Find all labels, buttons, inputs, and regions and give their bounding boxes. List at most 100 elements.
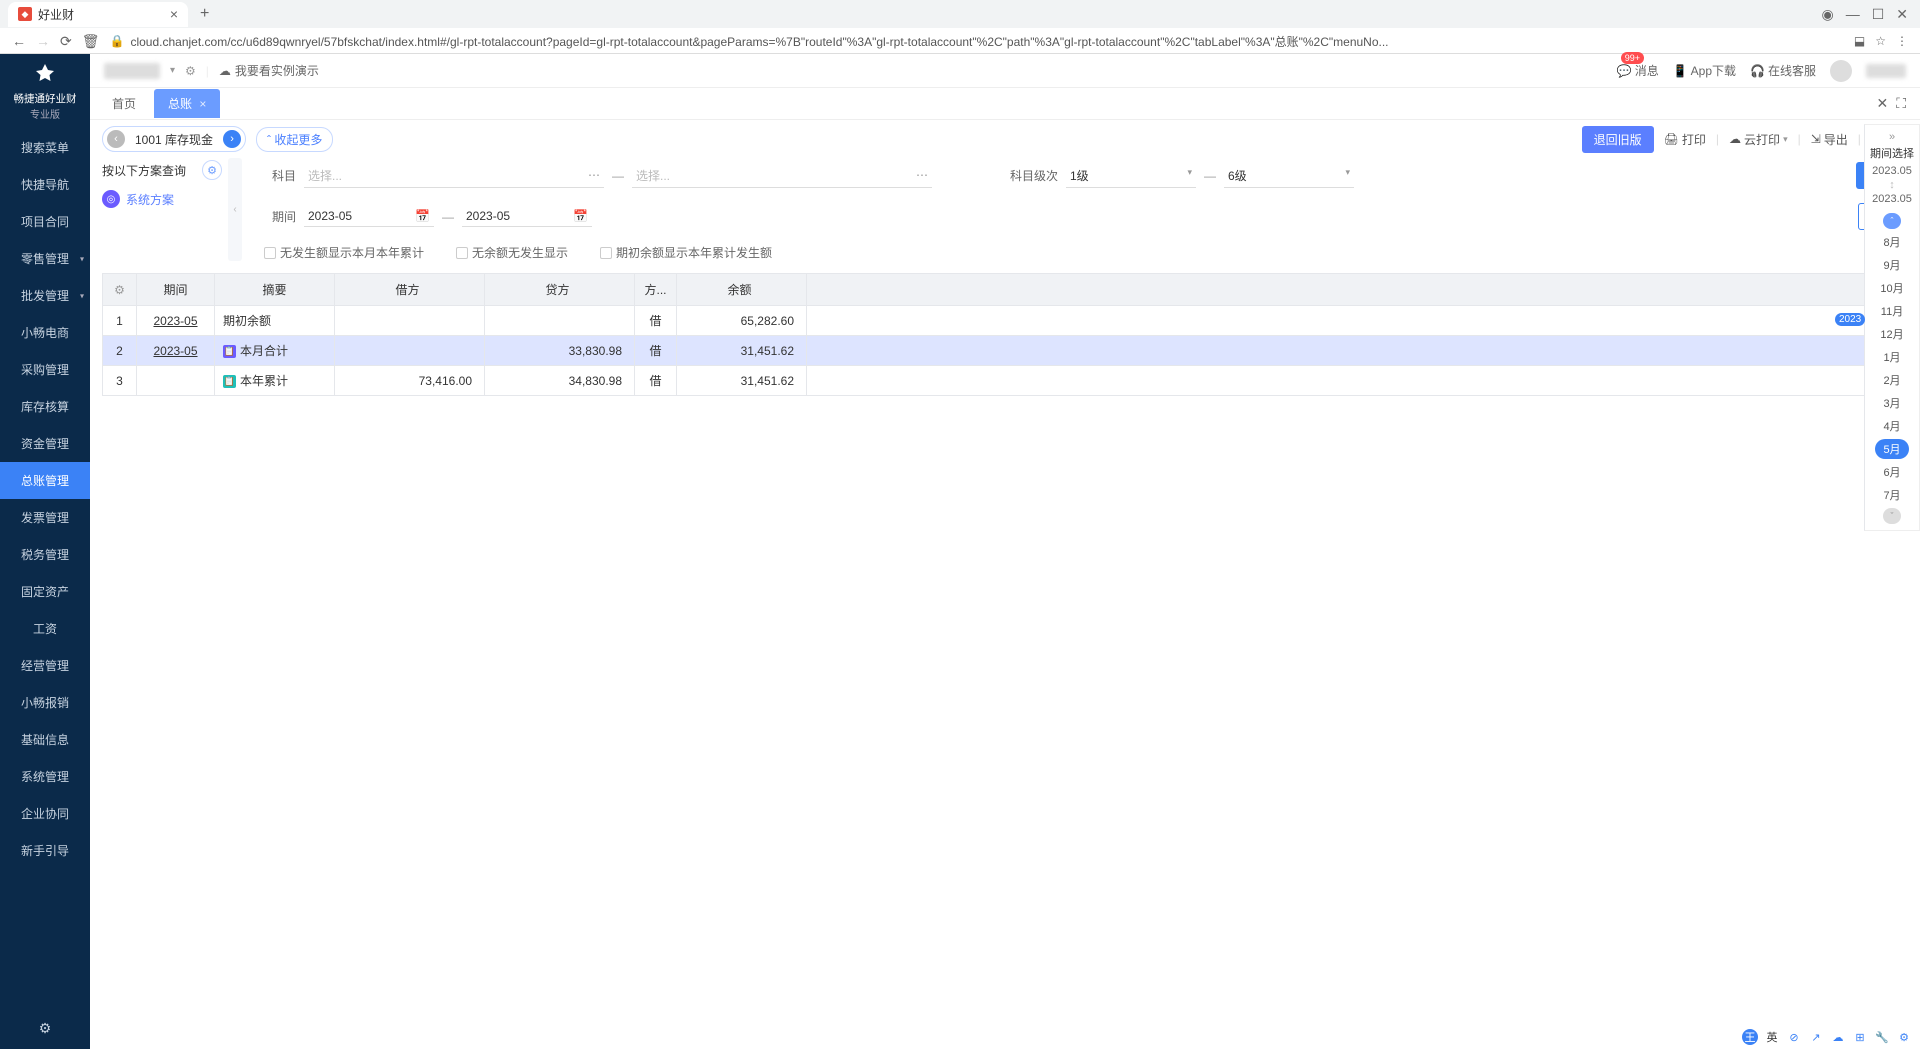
sidebar-item-1[interactable]: 快捷导航 [0,166,90,203]
gear-icon[interactable]: ⚙ [185,64,196,78]
account-selector[interactable]: ‹ 1001 库存现金 › [102,126,246,152]
month-option[interactable]: 8月 [1877,232,1906,252]
export-button[interactable]: ⇲导出 [1811,131,1848,148]
scroll-down-icon[interactable]: ˇ [1883,508,1901,524]
demo-link[interactable]: ☁ 我要看实例演示 [219,62,319,79]
collapse-schemes-button[interactable]: ‹ [228,158,242,261]
minimize-icon[interactable]: — [1846,6,1860,23]
back-icon[interactable]: ← [12,33,26,49]
chevron-down-icon[interactable]: ▾ [170,65,175,76]
sidebar-item-15[interactable]: 小畅报销 [0,684,90,721]
subject-to-select[interactable]: 选择...⋯ [632,164,932,188]
row-index: 1 [103,306,137,336]
month-option[interactable]: 2月 [1877,370,1906,390]
hide-panel-icon[interactable]: » [1889,131,1895,143]
month-option[interactable]: 4月 [1877,416,1906,436]
delete-icon[interactable]: 🗑 [82,33,100,50]
sidebar-item-8[interactable]: 资金管理 [0,425,90,462]
sidebar-item-7[interactable]: 库存核算 [0,388,90,425]
scroll-up-icon[interactable]: ˆ [1883,213,1901,229]
month-option[interactable]: 10月 [1874,278,1909,298]
month-option[interactable]: 11月 [1875,301,1909,321]
tab-home[interactable]: 首页 [98,89,150,118]
ime-icon[interactable]: 王 [1742,1029,1758,1045]
tray-icon-3[interactable]: ☁ [1830,1029,1846,1045]
month-option[interactable]: 1月 [1877,347,1906,367]
sidebar-item-5[interactable]: 小畅电商 [0,314,90,351]
maximize-icon[interactable]: ☐ [1872,6,1885,23]
close-tab-icon[interactable]: × [199,97,206,111]
new-tab-button[interactable]: + [192,1,217,27]
table-row[interactable]: 12023-05期初余额借65,282.60 [103,306,1908,336]
sidebar-item-12[interactable]: 固定资产 [0,573,90,610]
url-input[interactable]: 🔒 cloud.chanjet.com/cc/u6d89qwnryel/57bf… [110,33,1844,50]
next-account-icon[interactable]: › [223,130,241,148]
level-from-select[interactable]: 1级▾ [1066,164,1196,188]
fullscreen-icon[interactable]: ⛶ [1896,95,1906,112]
print-button[interactable]: 🖨打印 [1664,131,1706,148]
period-link[interactable]: 2023-05 [153,344,197,358]
app-download-button[interactable]: 📱 App下载 [1673,62,1736,79]
avatar[interactable] [1830,60,1852,82]
customer-service-button[interactable]: 🎧 在线客服 [1750,62,1816,79]
tray-icon-4[interactable]: ⊞ [1852,1029,1868,1045]
sidebar-item-10[interactable]: 发票管理 [0,499,90,536]
star-icon[interactable]: ☆ [1875,34,1886,48]
filter-checkbox-0[interactable]: 无发生额显示本月本年累计 [264,244,424,261]
scheme-settings-icon[interactable]: ⚙ [202,160,222,180]
sidebar-item-6[interactable]: 采购管理 [0,351,90,388]
collapse-more-button[interactable]: ˆ 收起更多 [256,127,333,152]
browser-tab[interactable]: ◆ 好业财 × [8,2,188,27]
system-scheme[interactable]: ◎ 系统方案 [102,190,222,208]
month-option[interactable]: 7月 [1877,485,1906,505]
header-summary: 摘要 [215,274,335,306]
cloud-print-button[interactable]: ☁云打印 ▾ [1729,131,1788,148]
table-row[interactable]: 3📋本年累计73,416.0034,830.98借31,451.62 [103,366,1908,396]
sidebar-item-2[interactable]: 项目合同 [0,203,90,240]
tab-ledger[interactable]: 总账 × [154,89,220,118]
sidebar-item-9[interactable]: 总账管理 [0,462,90,499]
filter-checkbox-1[interactable]: 无余额无发生显示 [456,244,568,261]
level-to-select[interactable]: 6级▾ [1224,164,1354,188]
month-option[interactable]: 6月 [1877,462,1906,482]
sidebar-item-13[interactable]: 工资 [0,610,90,647]
sidebar-settings-icon[interactable]: ⚙ [0,1008,90,1049]
sidebar-item-17[interactable]: 系统管理 [0,758,90,795]
sidebar-item-3[interactable]: 零售管理▾ [0,240,90,277]
account-icon[interactable]: ◉ [1821,6,1833,23]
month-option[interactable]: 9月 [1877,255,1906,275]
install-icon[interactable]: ⬓ [1854,34,1865,48]
table-row[interactable]: 22023-05📋本月合计33,830.98借31,451.62 [103,336,1908,366]
lock-icon: 🔒 [110,34,125,48]
tray-icon-6[interactable]: ⚙ [1896,1029,1912,1045]
period-to-input[interactable]: 2023-05📅 [462,206,592,227]
month-option[interactable]: 5月 [1875,439,1908,459]
period-link[interactable]: 2023-05 [153,314,197,328]
month-option[interactable]: 12月 [1874,324,1909,344]
forward-icon[interactable]: → [36,33,50,49]
prev-account-icon[interactable]: ‹ [107,130,125,148]
sidebar-item-11[interactable]: 税务管理 [0,536,90,573]
sidebar-item-16[interactable]: 基础信息 [0,721,90,758]
tray-icon-2[interactable]: ↗ [1808,1029,1824,1045]
reload-icon[interactable]: ⟳ [60,33,72,50]
close-window-icon[interactable]: ✕ [1896,6,1908,23]
close-icon[interactable]: × [170,6,178,22]
close-all-icon[interactable]: ✕ [1876,95,1888,112]
tray-icon-1[interactable]: ⊘ [1786,1029,1802,1045]
sidebar-item-18[interactable]: 企业协同 [0,795,90,832]
message-button[interactable]: 99+ 💬 消息 [1617,62,1659,79]
menu-icon[interactable]: ⋮ [1896,34,1908,48]
filter-checkbox-2[interactable]: 期初余额显示本年累计发生额 [600,244,772,261]
ime-lang[interactable]: 英 [1764,1029,1780,1045]
sidebar-item-4[interactable]: 批发管理▾ [0,277,90,314]
subject-from-select[interactable]: 选择...⋯ [304,164,604,188]
sidebar-item-19[interactable]: 新手引导 [0,832,90,869]
sidebar-item-0[interactable]: 搜索菜单 [0,129,90,166]
header-settings[interactable]: ⚙ [103,274,137,306]
old-version-button[interactable]: 退回旧版 [1582,126,1654,153]
tray-icon-5[interactable]: 🔧 [1874,1029,1890,1045]
period-from-input[interactable]: 2023-05📅 [304,206,434,227]
month-option[interactable]: 3月 [1877,393,1906,413]
sidebar-item-14[interactable]: 经营管理 [0,647,90,684]
